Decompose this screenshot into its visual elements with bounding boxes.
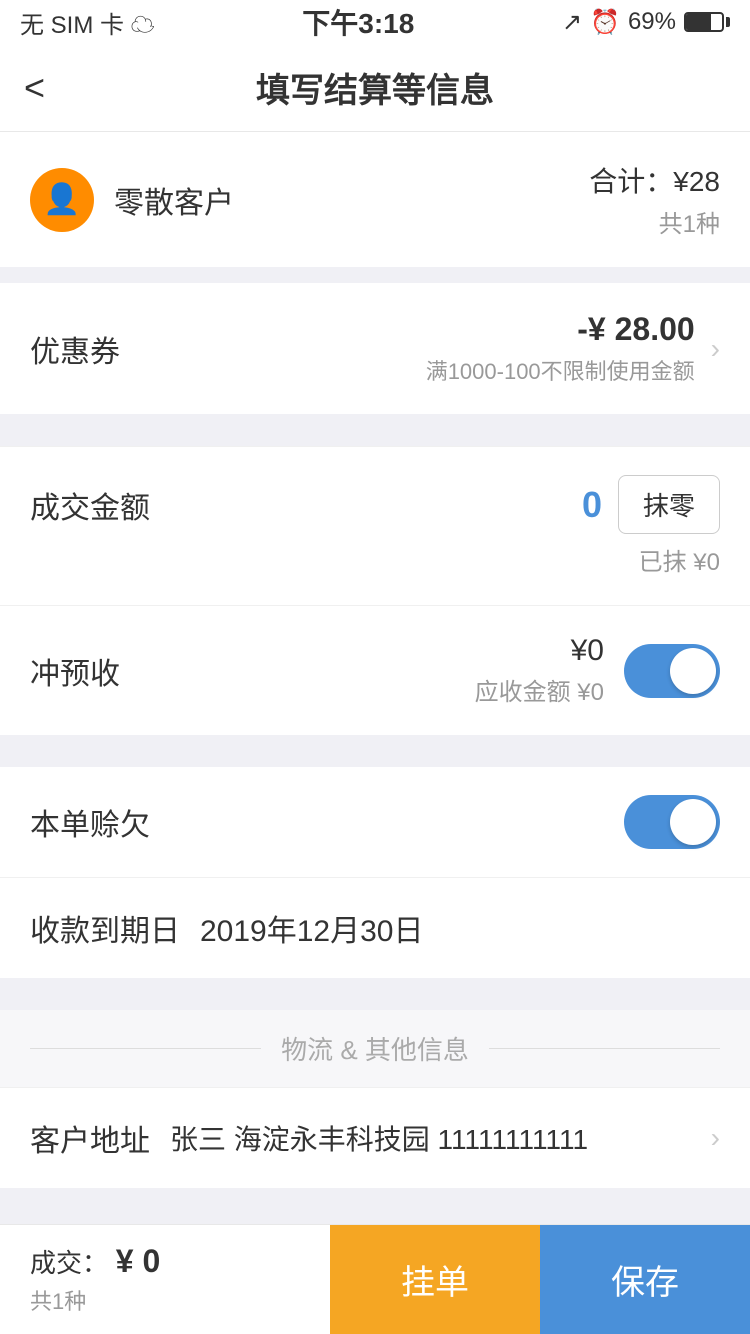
- address-right: ›: [711, 1122, 720, 1154]
- total-count: 共1种: [589, 204, 720, 239]
- content: 👤 零散客户 合计：¥28 共1种 优惠券 -¥ 28.00 满1000-100…: [0, 132, 750, 1324]
- battery-label: 69%: [628, 8, 676, 36]
- separator-3: [0, 994, 750, 1010]
- coupon-amount: -¥ 28.00: [426, 311, 695, 348]
- total-amount: 合计：¥28: [589, 160, 720, 200]
- status-right: ↗ ⏰ 69%: [562, 8, 730, 37]
- address-value: 张三 海淀永丰科技园 11111111111: [170, 1118, 711, 1158]
- customer-left: 👤 零散客户: [30, 168, 234, 232]
- logistics-header: 物流 & 其他信息: [0, 1010, 750, 1087]
- pre-collect-amounts: ¥0 应收金额 ¥0: [475, 634, 604, 707]
- coupon-right: -¥ 28.00 满1000-100不限制使用金额 ›: [426, 311, 720, 386]
- bottom-info: 成交： ¥ 0 共1种: [0, 1243, 330, 1316]
- due-date-value: 2019年12月30日: [200, 906, 423, 950]
- toggle-knob: [670, 648, 716, 694]
- address-label: 客户地址: [30, 1116, 150, 1160]
- bottom-total-row: 成交： ¥ 0: [30, 1243, 300, 1280]
- transaction-top: 成交金额 0 抹零: [30, 475, 720, 534]
- separator-1: [0, 430, 750, 446]
- debt-section: 本单赊欠 收款到期日 2019年12月30日: [0, 767, 750, 978]
- avatar: 👤: [30, 168, 94, 232]
- location-icon: ↗: [562, 8, 582, 37]
- pre-collect-toggle[interactable]: [624, 644, 720, 698]
- bottom-count: 共1种: [30, 1284, 300, 1316]
- pre-sub: 应收金额 ¥0: [475, 672, 604, 707]
- round-button[interactable]: 抹零: [618, 475, 720, 534]
- pre-amount: ¥0: [475, 634, 604, 668]
- pre-collect-row: 冲预收 ¥0 应收金额 ¥0: [0, 605, 750, 735]
- customer-right: 合计：¥28 共1种: [589, 160, 720, 239]
- coupon-value-block: -¥ 28.00 满1000-100不限制使用金额: [426, 311, 695, 386]
- due-date-row[interactable]: 收款到期日 2019年12月30日: [0, 877, 750, 978]
- coupon-desc: 满1000-100不限制使用金额: [426, 354, 695, 386]
- sim-label: 无 SIM 卡 ☁: [20, 5, 155, 40]
- battery-icon: [684, 12, 730, 32]
- debt-toggle[interactable]: [624, 795, 720, 849]
- separator-2: [0, 751, 750, 767]
- hold-button[interactable]: 挂单: [330, 1225, 540, 1334]
- save-button[interactable]: 保存: [540, 1225, 750, 1334]
- pre-collect-right: ¥0 应收金额 ¥0: [475, 634, 720, 707]
- address-chevron-icon: ›: [711, 1122, 720, 1154]
- transaction-label: 成交金额: [30, 483, 150, 527]
- address-section: 客户地址 张三 海淀永丰科技园 11111111111 ›: [0, 1087, 750, 1188]
- debt-label: 本单赊欠: [30, 800, 150, 844]
- due-date-label: 收款到期日: [30, 906, 180, 950]
- alarm-icon: ⏰: [590, 8, 620, 37]
- bottom-total-value: ¥ 0: [116, 1243, 160, 1279]
- logistics-line-right: [489, 1048, 720, 1049]
- status-bar: 无 SIM 卡 ☁ 下午3:18 ↗ ⏰ 69%: [0, 0, 750, 44]
- back-button[interactable]: <: [24, 67, 45, 109]
- bottom-total-label: 成交：: [30, 1248, 108, 1278]
- page-title: 填写结算等信息: [256, 63, 494, 112]
- logistics-line-left: [30, 1048, 261, 1049]
- customer-section: 👤 零散客户 合计：¥28 共1种: [0, 132, 750, 267]
- coupon-row[interactable]: 优惠券 -¥ 28.00 满1000-100不限制使用金额 ›: [0, 283, 750, 414]
- customer-row: 👤 零散客户 合计：¥28 共1种: [0, 132, 750, 267]
- transaction-row: 成交金额 0 抹零 已抹 ¥0: [0, 446, 750, 605]
- bottom-bar: 成交： ¥ 0 共1种 挂单 保存: [0, 1224, 750, 1334]
- address-row[interactable]: 客户地址 张三 海淀永丰科技园 11111111111 ›: [0, 1087, 750, 1188]
- transaction-right: 0 抹零: [582, 475, 720, 534]
- debt-toggle-knob: [670, 799, 716, 845]
- transaction-section: 成交金额 0 抹零 已抹 ¥0 冲预收 ¥0 应收金额 ¥0: [0, 446, 750, 735]
- coupon-label: 优惠券: [30, 327, 120, 371]
- status-left: 无 SIM 卡 ☁: [20, 5, 155, 40]
- pre-collect-label: 冲预收: [30, 649, 120, 693]
- transaction-sub: 已抹 ¥0: [30, 542, 720, 577]
- debt-row: 本单赊欠: [0, 767, 750, 877]
- nav-bar: < 填写结算等信息: [0, 44, 750, 132]
- status-time: 下午3:18: [302, 2, 414, 42]
- coupon-section[interactable]: 优惠券 -¥ 28.00 满1000-100不限制使用金额 ›: [0, 283, 750, 414]
- customer-name: 零散客户: [114, 178, 234, 222]
- chevron-right-icon: ›: [711, 333, 720, 365]
- logistics-label: 物流 & 其他信息: [261, 1030, 489, 1067]
- transaction-value[interactable]: 0: [582, 484, 602, 526]
